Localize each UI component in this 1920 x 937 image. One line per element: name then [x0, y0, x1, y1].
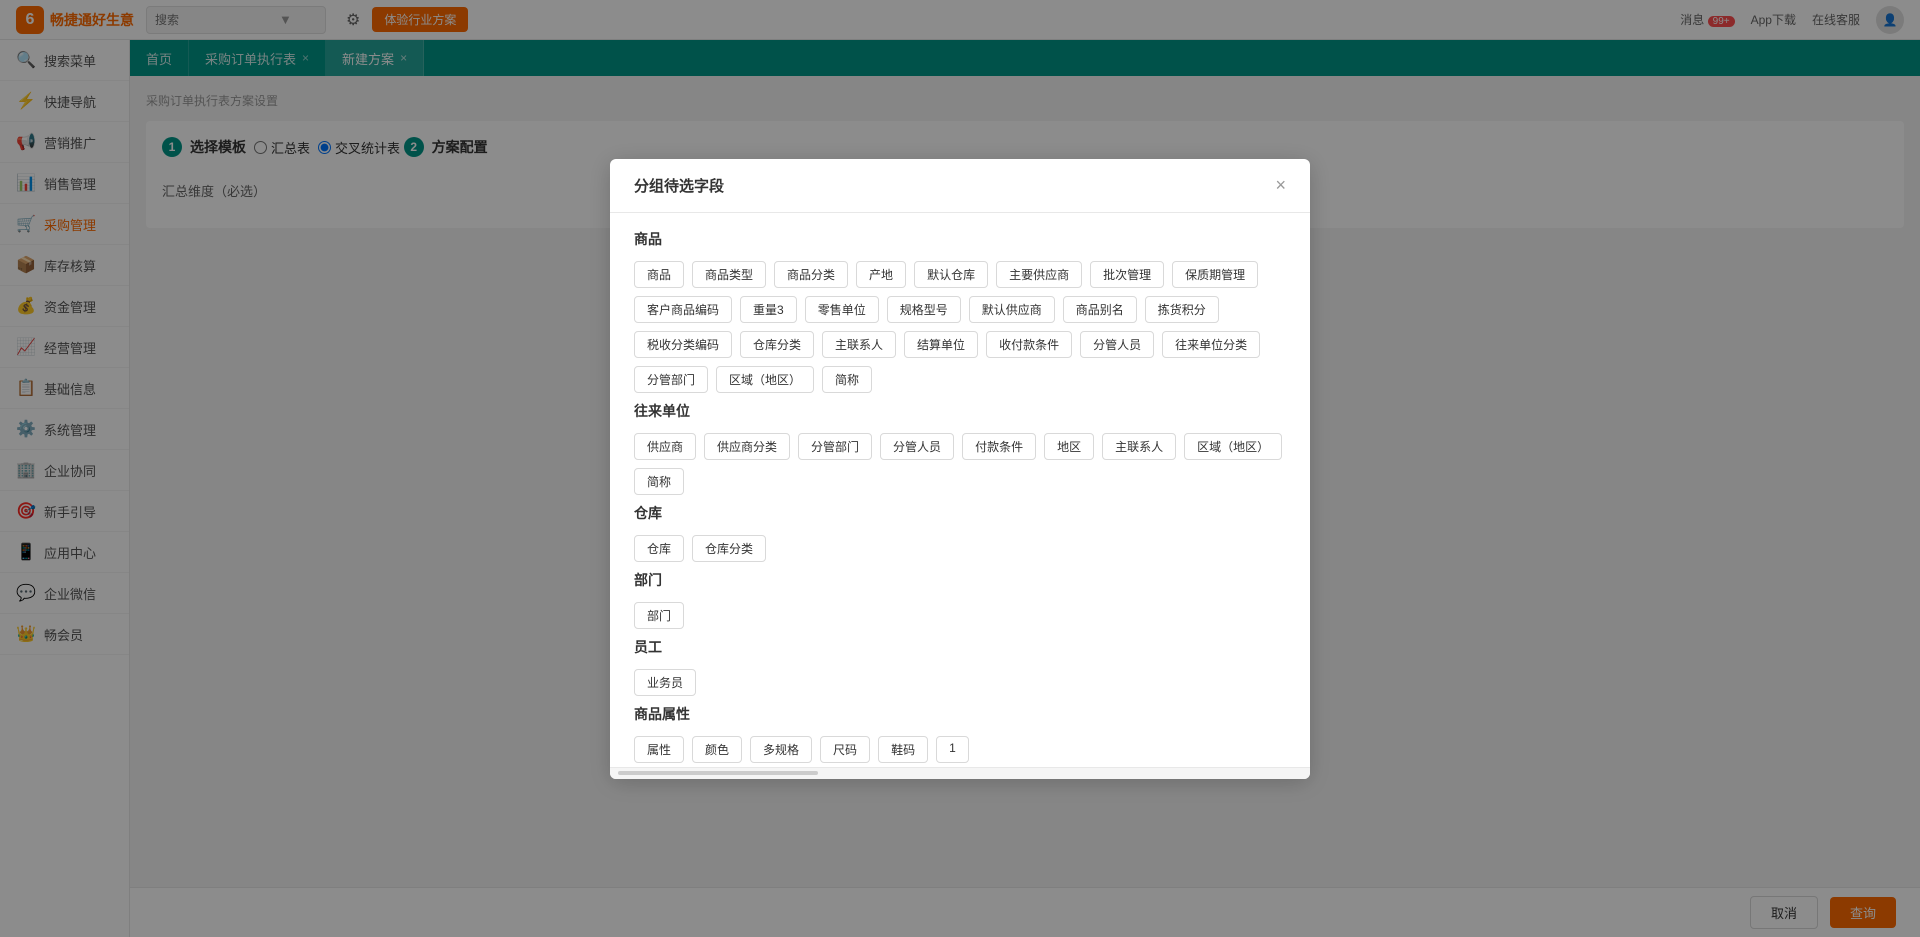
- field-tag-0-3[interactable]: 产地: [856, 261, 906, 288]
- field-tag-3-0[interactable]: 部门: [634, 602, 684, 629]
- field-tag-0-9[interactable]: 重量3: [740, 296, 797, 323]
- modal-close-button[interactable]: ×: [1275, 175, 1286, 196]
- section-0: 商品商品商品类型商品分类产地默认仓库主要供应商批次管理保质期管理客户商品编码重量…: [634, 229, 1286, 393]
- field-tag-0-15[interactable]: 税收分类编码: [634, 331, 732, 358]
- section-title-2: 仓库: [634, 503, 1286, 523]
- field-tag-0-13[interactable]: 商品别名: [1063, 296, 1137, 323]
- field-tag-0-14[interactable]: 拣货积分: [1145, 296, 1219, 323]
- modal-scrollbar-area: [610, 767, 1310, 778]
- field-tag-0-18[interactable]: 结算单位: [904, 331, 978, 358]
- field-tag-1-8[interactable]: 简称: [634, 468, 684, 495]
- fields-grid-3: 部门: [634, 602, 1286, 629]
- field-tag-0-6[interactable]: 批次管理: [1090, 261, 1164, 288]
- modal-body[interactable]: 商品商品商品类型商品分类产地默认仓库主要供应商批次管理保质期管理客户商品编码重量…: [610, 213, 1310, 768]
- section-2: 仓库仓库仓库分类: [634, 503, 1286, 562]
- fields-grid-5: 属性颜色多规格尺码鞋码 1: [634, 736, 1286, 763]
- field-tag-1-6[interactable]: 主联系人: [1102, 433, 1176, 460]
- section-title-0: 商品: [634, 229, 1286, 249]
- field-tag-0-23[interactable]: 区域（地区）: [716, 366, 814, 393]
- field-tag-0-16[interactable]: 仓库分类: [740, 331, 814, 358]
- field-tag-0-17[interactable]: 主联系人: [822, 331, 896, 358]
- field-tag-0-20[interactable]: 分管人员: [1080, 331, 1154, 358]
- field-tag-1-1[interactable]: 供应商分类: [704, 433, 790, 460]
- section-4: 员工业务员: [634, 637, 1286, 696]
- field-tag-5-5[interactable]: 1: [936, 736, 969, 763]
- field-tag-0-2[interactable]: 商品分类: [774, 261, 848, 288]
- fields-grid-4: 业务员: [634, 669, 1286, 696]
- field-tag-5-0[interactable]: 属性: [634, 736, 684, 763]
- field-tag-1-5[interactable]: 地区: [1044, 433, 1094, 460]
- field-tag-0-1[interactable]: 商品类型: [692, 261, 766, 288]
- section-1: 往来单位供应商供应商分类分管部门分管人员付款条件地区主联系人区域（地区） 简称: [634, 401, 1286, 495]
- field-tag-0-0[interactable]: 商品: [634, 261, 684, 288]
- modal-header: 分组待选字段 ×: [610, 159, 1310, 213]
- field-tag-2-1[interactable]: 仓库分类: [692, 535, 766, 562]
- field-tag-0-11[interactable]: 规格型号: [887, 296, 961, 323]
- section-title-5: 商品属性: [634, 704, 1286, 724]
- field-tag-1-3[interactable]: 分管人员: [880, 433, 954, 460]
- modal-overlay: 分组待选字段 × 商品商品商品类型商品分类产地默认仓库主要供应商批次管理保质期管…: [0, 0, 1920, 937]
- section-title-4: 员工: [634, 637, 1286, 657]
- field-tag-0-19[interactable]: 收付款条件: [986, 331, 1072, 358]
- field-tag-2-0[interactable]: 仓库: [634, 535, 684, 562]
- modal-sections: 商品商品商品类型商品分类产地默认仓库主要供应商批次管理保质期管理客户商品编码重量…: [634, 229, 1286, 768]
- fields-grid-2: 仓库仓库分类: [634, 535, 1286, 562]
- section-title-1: 往来单位: [634, 401, 1286, 421]
- field-tag-4-0[interactable]: 业务员: [634, 669, 696, 696]
- field-tag-5-3[interactable]: 尺码: [820, 736, 870, 763]
- field-tag-1-7[interactable]: 区域（地区）: [1184, 433, 1282, 460]
- field-tag-0-5[interactable]: 主要供应商: [996, 261, 1082, 288]
- field-tag-0-8[interactable]: 客户商品编码: [634, 296, 732, 323]
- field-tag-0-4[interactable]: 默认仓库: [914, 261, 988, 288]
- modal-dialog: 分组待选字段 × 商品商品商品类型商品分类产地默认仓库主要供应商批次管理保质期管…: [610, 159, 1310, 779]
- modal-title: 分组待选字段: [634, 175, 724, 196]
- field-tag-0-12[interactable]: 默认供应商: [969, 296, 1055, 323]
- field-tag-0-7[interactable]: 保质期管理: [1172, 261, 1258, 288]
- field-tag-0-10[interactable]: 零售单位: [805, 296, 879, 323]
- section-5: 商品属性属性颜色多规格尺码鞋码 1: [634, 704, 1286, 763]
- section-3: 部门部门: [634, 570, 1286, 629]
- fields-grid-0: 商品商品类型商品分类产地默认仓库主要供应商批次管理保质期管理客户商品编码重量3 零…: [634, 261, 1286, 393]
- field-tag-1-0[interactable]: 供应商: [634, 433, 696, 460]
- modal-horizontal-scrollbar[interactable]: [618, 771, 818, 775]
- field-tag-1-2[interactable]: 分管部门: [798, 433, 872, 460]
- field-tag-0-22[interactable]: 分管部门: [634, 366, 708, 393]
- field-tag-0-21[interactable]: 往来单位分类: [1162, 331, 1260, 358]
- section-title-3: 部门: [634, 570, 1286, 590]
- fields-grid-1: 供应商供应商分类分管部门分管人员付款条件地区主联系人区域（地区） 简称: [634, 433, 1286, 495]
- field-tag-0-24[interactable]: 简称: [822, 366, 872, 393]
- field-tag-5-4[interactable]: 鞋码: [878, 736, 928, 763]
- field-tag-5-1[interactable]: 颜色: [692, 736, 742, 763]
- field-tag-5-2[interactable]: 多规格: [750, 736, 812, 763]
- field-tag-1-4[interactable]: 付款条件: [962, 433, 1036, 460]
